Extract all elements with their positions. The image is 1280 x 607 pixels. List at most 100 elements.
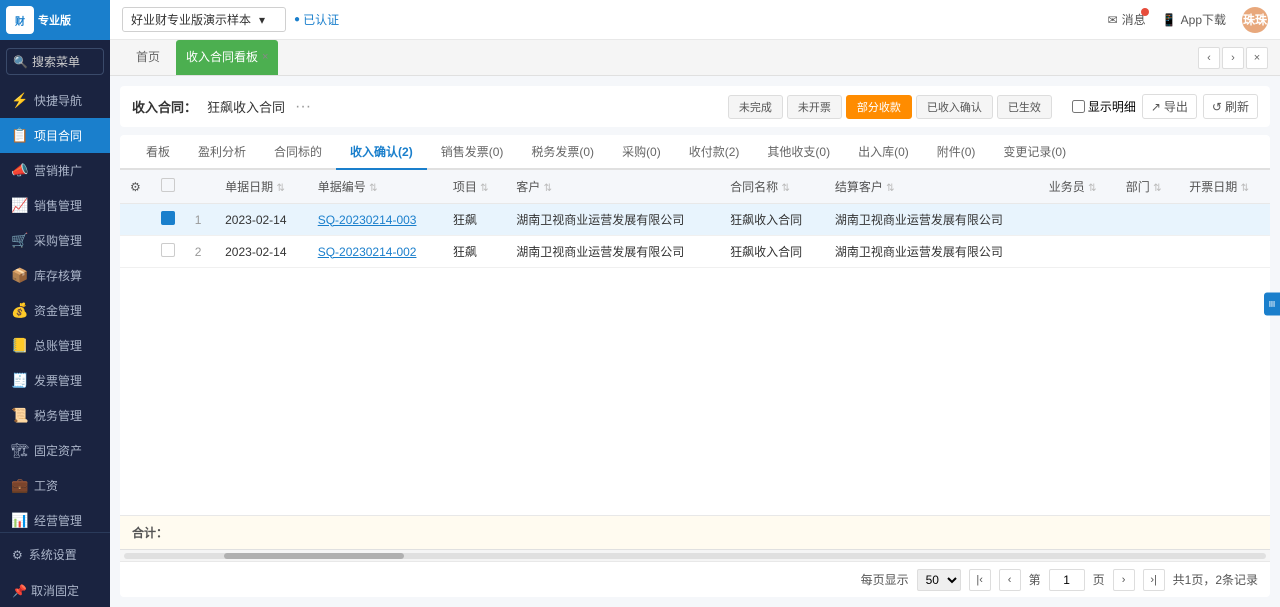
sidebar-item-project-contract[interactable]: 📋 项目合同	[0, 118, 110, 153]
scrollbar-thumb[interactable]	[224, 553, 404, 559]
header-checkbox[interactable]	[161, 178, 175, 192]
th-project[interactable]: 项目 ⇅	[443, 170, 506, 204]
export-button[interactable]: ↗ 导出	[1142, 94, 1197, 119]
sub-tab-attachments[interactable]: 附件(0)	[923, 135, 990, 170]
td-check[interactable]	[151, 204, 185, 236]
tab-prev-button[interactable]: ‹	[1198, 47, 1220, 69]
tab-close-icon[interactable]: ×	[262, 51, 268, 63]
sub-tab-payment[interactable]: 收付款(2)	[675, 135, 754, 170]
page-next-button[interactable]: ›	[1113, 569, 1135, 591]
inventory-icon: 📦	[12, 268, 28, 284]
status-partial-received[interactable]: 部分收款	[846, 95, 912, 119]
tab-income-contract[interactable]: 收入合同看板 ×	[176, 40, 278, 75]
th-department[interactable]: 部门 ⇅	[1116, 170, 1179, 204]
marketing-icon: 📣	[12, 163, 28, 179]
topbar: 好业财专业版演示样本 ▾ 已认证 ✉ 消息 📱 App下载 珠珠	[110, 0, 1280, 40]
sidebar-bottom: ⚙ 系统设置	[0, 532, 110, 576]
th-check[interactable]	[151, 170, 185, 204]
display-detail-input[interactable]	[1072, 100, 1085, 113]
sidebar-item-ops-mgmt[interactable]: 📊 经营管理	[0, 503, 110, 532]
th-gear[interactable]: ⚙	[120, 170, 151, 204]
sidebar-item-sales-mgmt[interactable]: 📈 销售管理	[0, 188, 110, 223]
user-avatar-area[interactable]: 珠珠	[1242, 7, 1268, 33]
sub-tab-income-confirm[interactable]: 收入确认(2)	[336, 135, 427, 170]
sidebar-item-purchase-mgmt[interactable]: 🛒 采购管理	[0, 223, 110, 258]
sub-tab-sales-invoice[interactable]: 销售发票(0)	[427, 135, 518, 170]
page-last-button[interactable]: ›|	[1143, 569, 1165, 591]
sidebar-item-fixed-assets[interactable]: 🏗 固定资产	[0, 433, 110, 468]
status-not-complete[interactable]: 未完成	[728, 95, 783, 119]
th-bill-date[interactable]: 单据日期 ⇅	[215, 170, 308, 204]
total-row: 合计：	[120, 515, 1270, 549]
panel-icon: ≡	[1265, 300, 1279, 307]
td-settlement-customer: 湖南卫视商业运营发展有限公司	[825, 204, 1039, 236]
total-label: 合计：	[132, 524, 168, 541]
refresh-icon: ↺	[1212, 100, 1222, 114]
th-salesperson[interactable]: 业务员 ⇅	[1039, 170, 1116, 204]
status-received-confirmed[interactable]: 已收入确认	[916, 95, 993, 119]
data-table: ⚙ 单据日期 ⇅ 单据编号 ⇅ 项目 ⇅ 客户 ⇅ 合同名称 ⇅ 结算客户 ⇅ …	[120, 170, 1270, 268]
sidebar-settings[interactable]: ⚙ 系统设置	[0, 539, 110, 570]
notification-dot	[1141, 8, 1149, 16]
sidebar-item-label: 采购管理	[34, 232, 82, 249]
refresh-button[interactable]: ↺ 刷新	[1203, 94, 1258, 119]
display-detail-checkbox[interactable]: 显示明细	[1072, 94, 1136, 119]
tab-next-button[interactable]: ›	[1222, 47, 1244, 69]
page-number-input[interactable]	[1049, 569, 1085, 591]
sub-tab-other-income[interactable]: 其他收支(0)	[753, 135, 844, 170]
tab-home[interactable]: 首页	[122, 40, 174, 75]
search-menu-button[interactable]: 🔍 搜索菜单	[6, 48, 104, 75]
search-icon: 🔍	[13, 55, 28, 69]
page-first-button[interactable]: |‹	[969, 569, 991, 591]
horizontal-scrollbar[interactable]	[120, 549, 1270, 561]
sort-icon: ⇅	[886, 183, 894, 194]
status-effective[interactable]: 已生效	[997, 95, 1052, 119]
th-contract-name[interactable]: 合同名称 ⇅	[720, 170, 825, 204]
contract-more-button[interactable]: ···	[295, 98, 311, 116]
sidebar-footer-pin[interactable]: 📌 取消固定	[0, 576, 110, 607]
sidebar-item-label: 快捷导航	[34, 92, 82, 109]
sidebar-item-quick-nav[interactable]: ⚡ 快捷导航	[0, 83, 110, 118]
sidebar-item-label: 总账管理	[34, 337, 82, 354]
sub-tab-tax-invoice[interactable]: 税务发票(0)	[517, 135, 608, 170]
sub-tab-contract-standard[interactable]: 合同标的	[260, 135, 336, 170]
per-page-select[interactable]: 50	[917, 569, 961, 591]
td-bill-no[interactable]: SQ-20230214-002	[308, 236, 443, 268]
status-not-invoiced[interactable]: 未开票	[787, 95, 842, 119]
sidebar-item-inventory[interactable]: 📦 库存核算	[0, 258, 110, 293]
sidebar-item-general-ledger[interactable]: 📒 总账管理	[0, 328, 110, 363]
row-checkbox[interactable]	[161, 243, 175, 257]
sub-tab-profit-analysis[interactable]: 盈利分析	[184, 135, 260, 170]
sidebar-item-tax-mgmt[interactable]: 📜 税务管理	[0, 398, 110, 433]
per-page-label: 每页显示	[861, 571, 909, 588]
app-download-button[interactable]: 📱 App下载	[1162, 11, 1226, 28]
tab-close-all-button[interactable]: ×	[1246, 47, 1268, 69]
td-customer: 湖南卫视商业运营发展有限公司	[506, 236, 720, 268]
sidebar-item-funds-mgmt[interactable]: 💰 资金管理	[0, 293, 110, 328]
td-check[interactable]	[151, 236, 185, 268]
table-row[interactable]: 2 2023-02-14 SQ-20230214-002 狂飙 湖南卫视商业运营…	[120, 236, 1270, 268]
td-customer: 湖南卫视商业运营发展有限公司	[506, 204, 720, 236]
th-bill-no[interactable]: 单据编号 ⇅	[308, 170, 443, 204]
th-settlement-customer[interactable]: 结算客户 ⇅	[825, 170, 1039, 204]
sidebar-item-label: 发票管理	[34, 372, 82, 389]
td-bill-no[interactable]: SQ-20230214-003	[308, 204, 443, 236]
sub-tab-purchase[interactable]: 采购(0)	[608, 135, 675, 170]
right-panel-toggle[interactable]: ≡	[1264, 292, 1280, 315]
th-bill-date2[interactable]: 开票日期 ⇅	[1179, 170, 1270, 204]
sub-tab-overview[interactable]: 看板	[132, 135, 184, 170]
sidebar-item-invoice-mgmt[interactable]: 🧾 发票管理	[0, 363, 110, 398]
pin-icon: 📌	[12, 584, 27, 598]
sidebar-item-labor[interactable]: 💼 工资	[0, 468, 110, 503]
company-selector[interactable]: 好业财专业版演示样本 ▾	[122, 7, 286, 32]
table-row[interactable]: 1 2023-02-14 SQ-20230214-003 狂飙 湖南卫视商业运营…	[120, 204, 1270, 236]
page-prev-button[interactable]: ‹	[999, 569, 1021, 591]
sub-tab-change-log[interactable]: 变更记录(0)	[989, 135, 1080, 170]
th-customer[interactable]: 客户 ⇅	[506, 170, 720, 204]
td-department	[1116, 236, 1179, 268]
sub-tab-stock-out[interactable]: 出入库(0)	[844, 135, 923, 170]
row-checkbox[interactable]	[161, 211, 175, 225]
sidebar-item-marketing[interactable]: 📣 营销推广	[0, 153, 110, 188]
message-button[interactable]: ✉ 消息	[1108, 11, 1146, 28]
td-row-num: 1	[185, 204, 215, 236]
